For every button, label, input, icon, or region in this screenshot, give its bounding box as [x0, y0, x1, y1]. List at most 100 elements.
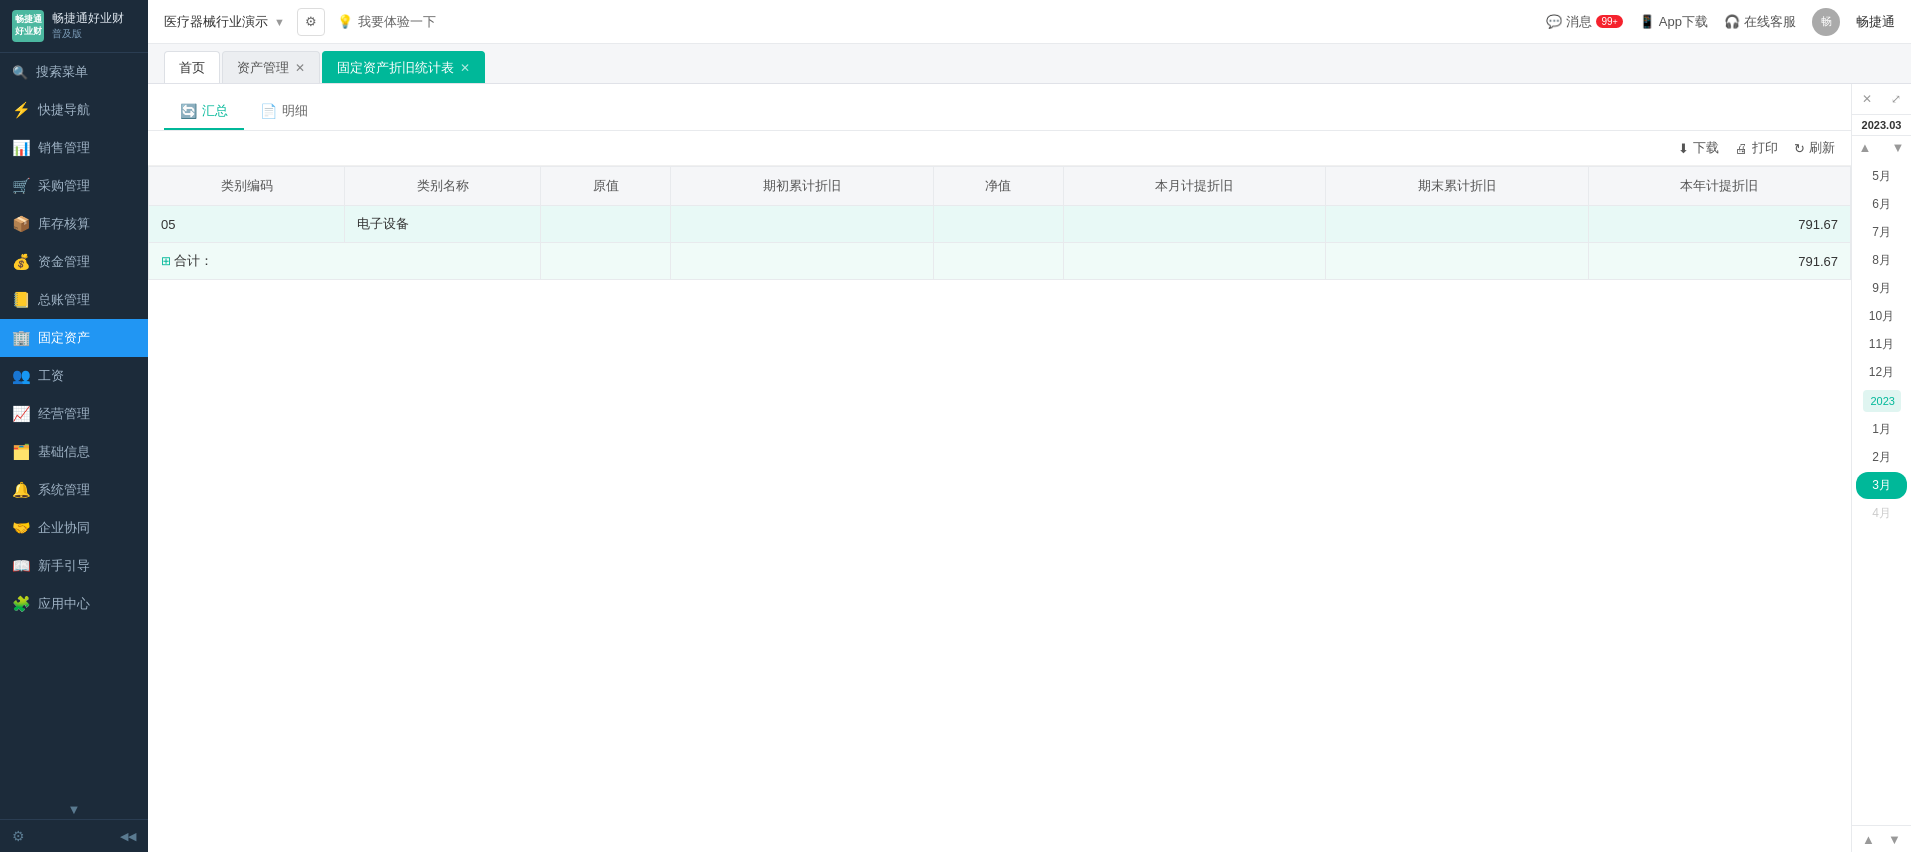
sub-tabs: 🔄 汇总 📄 明细 — [148, 84, 1851, 131]
date-month-2[interactable]: 2月 — [1856, 444, 1907, 471]
topbar-settings-btn[interactable]: ⚙ — [297, 8, 325, 36]
table-total-row: ⊞合计： 791.67 — [149, 243, 1851, 280]
download-btn[interactable]: ⬇ 下载 — [1678, 139, 1719, 157]
enterprise-icon: 🤝 — [12, 519, 30, 537]
total-net-value — [933, 243, 1063, 280]
sub-tab-detail[interactable]: 📄 明细 — [244, 94, 324, 130]
sidebar-item-quick-nav[interactable]: ⚡ 快捷导航 — [0, 91, 148, 129]
sidebar-item-enterprise[interactable]: 🤝 企业协同 — [0, 509, 148, 547]
date-month-8[interactable]: 8月 — [1856, 247, 1907, 274]
date-month-11[interactable]: 11月 — [1856, 331, 1907, 358]
sidebar-footer: ⚙ ◀◀ — [0, 819, 148, 852]
sidebar-item-basic-info[interactable]: 🗂️ 基础信息 — [0, 433, 148, 471]
col-accumulated-depreciation: 期初累计折旧 — [671, 167, 933, 206]
sidebar: 畅捷通 好业财 畅捷通好业财 普及版 🔍 搜索菜单 ⚡ 快捷导航 📊 销售管理 … — [0, 0, 148, 852]
sidebar-item-ledger[interactable]: 📒 总账管理 — [0, 281, 148, 319]
sidebar-item-fixed-assets[interactable]: 🏢 固定资产 — [0, 319, 148, 357]
app-download-btn[interactable]: 📱 App下载 — [1639, 13, 1708, 31]
date-panel-scroll-down[interactable]: ▼ — [1886, 830, 1904, 848]
date-nav-up[interactable]: ▲ — [1856, 138, 1874, 156]
date-month-12[interactable]: 12月 — [1856, 359, 1907, 386]
sidebar-item-finance[interactable]: 💰 资金管理 — [0, 243, 148, 281]
page-content: 🔄 汇总 📄 明细 ⬇ 下载 🖨 打印 ↻ — [148, 84, 1851, 852]
col-category-name: 类别名称 — [345, 167, 541, 206]
operations-icon: 📈 — [12, 405, 30, 423]
experience-btn[interactable]: 💡 我要体验一下 — [337, 13, 436, 31]
date-month-5[interactable]: 5月 — [1856, 163, 1907, 190]
sidebar-item-label: 经营管理 — [38, 405, 90, 423]
sidebar-item-payroll[interactable]: 👥 工资 — [0, 357, 148, 395]
print-btn[interactable]: 🖨 打印 — [1735, 139, 1778, 157]
guide-icon: 📖 — [12, 557, 30, 575]
sidebar-item-guide[interactable]: 📖 新手引导 — [0, 547, 148, 585]
sidebar-item-app-center[interactable]: 🧩 应用中心 — [0, 585, 148, 623]
sidebar-item-label: 快捷导航 — [38, 101, 90, 119]
date-month-1[interactable]: 1月 — [1856, 416, 1907, 443]
date-panel-current: 2023.03 — [1852, 115, 1911, 136]
date-month-6[interactable]: 6月 — [1856, 191, 1907, 218]
app-center-icon: 🧩 — [12, 595, 30, 613]
purchase-icon: 🛒 — [12, 177, 30, 195]
sidebar-scroll-down[interactable]: ▼ — [0, 799, 148, 819]
collapse-icon[interactable]: ◀◀ — [120, 830, 136, 843]
sidebar-item-system[interactable]: 🔔 系统管理 — [0, 471, 148, 509]
date-month-3-current[interactable]: 3月 — [1856, 472, 1907, 499]
tab-asset-mgmt[interactable]: 资产管理 ✕ — [222, 51, 320, 83]
col-period-end-depreciation: 期末累计折旧 — [1326, 167, 1588, 206]
online-service-label: 在线客服 — [1744, 13, 1796, 31]
cell-net-value — [933, 206, 1063, 243]
date-panel-close[interactable]: ✕ — [1858, 90, 1876, 108]
col-net-value: 净值 — [933, 167, 1063, 206]
date-panel-scroll-up[interactable]: ▲ — [1860, 830, 1878, 848]
sidebar-item-purchase[interactable]: 🛒 采购管理 — [0, 167, 148, 205]
date-panel-header: ✕ ⤢ — [1852, 84, 1911, 115]
messages-icon: 💬 — [1546, 14, 1562, 29]
total-label: ⊞合计： — [149, 243, 541, 280]
summary-icon: 🔄 — [180, 103, 197, 119]
company-dropdown-icon: ▼ — [274, 16, 285, 28]
sidebar-item-inventory[interactable]: 📦 库存核算 — [0, 205, 148, 243]
tab-home[interactable]: 首页 — [164, 51, 220, 83]
date-month-10[interactable]: 10月 — [1856, 303, 1907, 330]
table-container: 类别编码 类别名称 原值 期初累计折旧 净值 本月计提折旧 期末累计折旧 本年计… — [148, 166, 1851, 852]
date-month-7[interactable]: 7月 — [1856, 219, 1907, 246]
sidebar-item-label: 销售管理 — [38, 139, 90, 157]
sidebar-item-label: 系统管理 — [38, 481, 90, 499]
tab-depreciation-report-close[interactable]: ✕ — [460, 61, 470, 75]
cell-category-code: 05 — [149, 206, 345, 243]
tabs-bar: 首页 资产管理 ✕ 固定资产折旧统计表 ✕ — [148, 44, 1911, 84]
col-yearly-depreciation: 本年计提折旧 — [1588, 167, 1850, 206]
date-month-4[interactable]: 4月 — [1856, 500, 1907, 527]
total-icon: ⊞ — [161, 254, 171, 268]
messages-btn[interactable]: 💬 消息 99+ — [1546, 13, 1622, 31]
tab-asset-mgmt-label: 资产管理 — [237, 59, 289, 77]
search-icon: 🔍 — [12, 65, 28, 80]
col-original-value: 原值 — [541, 167, 671, 206]
app-download-label: App下载 — [1659, 13, 1708, 31]
sidebar-item-label: 新手引导 — [38, 557, 90, 575]
download-icon: ⬇ — [1678, 141, 1689, 156]
settings-icon[interactable]: ⚙ — [12, 828, 25, 844]
online-service-btn[interactable]: 🎧 在线客服 — [1724, 13, 1796, 31]
refresh-btn[interactable]: ↻ 刷新 — [1794, 139, 1835, 157]
sidebar-item-label: 采购管理 — [38, 177, 90, 195]
online-service-icon: 🎧 — [1724, 14, 1740, 29]
tab-asset-mgmt-close[interactable]: ✕ — [295, 61, 305, 75]
sidebar-item-label: 企业协同 — [38, 519, 90, 537]
search-menu[interactable]: 🔍 搜索菜单 — [0, 53, 148, 91]
topbar-right: 💬 消息 99+ 📱 App下载 🎧 在线客服 畅 畅捷通 — [1546, 8, 1895, 36]
date-nav-down[interactable]: ▼ — [1889, 138, 1907, 156]
tab-depreciation-report[interactable]: 固定资产折旧统计表 ✕ — [322, 51, 485, 83]
sidebar-item-label: 应用中心 — [38, 595, 90, 613]
refresh-icon: ↻ — [1794, 141, 1805, 156]
company-selector[interactable]: 医疗器械行业演示 ▼ — [164, 13, 285, 31]
date-panel-expand[interactable]: ⤢ — [1887, 90, 1905, 108]
action-bar: ⬇ 下载 🖨 打印 ↻ 刷新 — [148, 131, 1851, 166]
cell-original-value — [541, 206, 671, 243]
username[interactable]: 畅捷通 — [1856, 13, 1895, 31]
sidebar-item-operations[interactable]: 📈 经营管理 — [0, 395, 148, 433]
sub-tab-summary[interactable]: 🔄 汇总 — [164, 94, 244, 130]
logo-subtitle: 普及版 — [52, 27, 124, 41]
date-month-9[interactable]: 9月 — [1856, 275, 1907, 302]
sidebar-item-sales[interactable]: 📊 销售管理 — [0, 129, 148, 167]
